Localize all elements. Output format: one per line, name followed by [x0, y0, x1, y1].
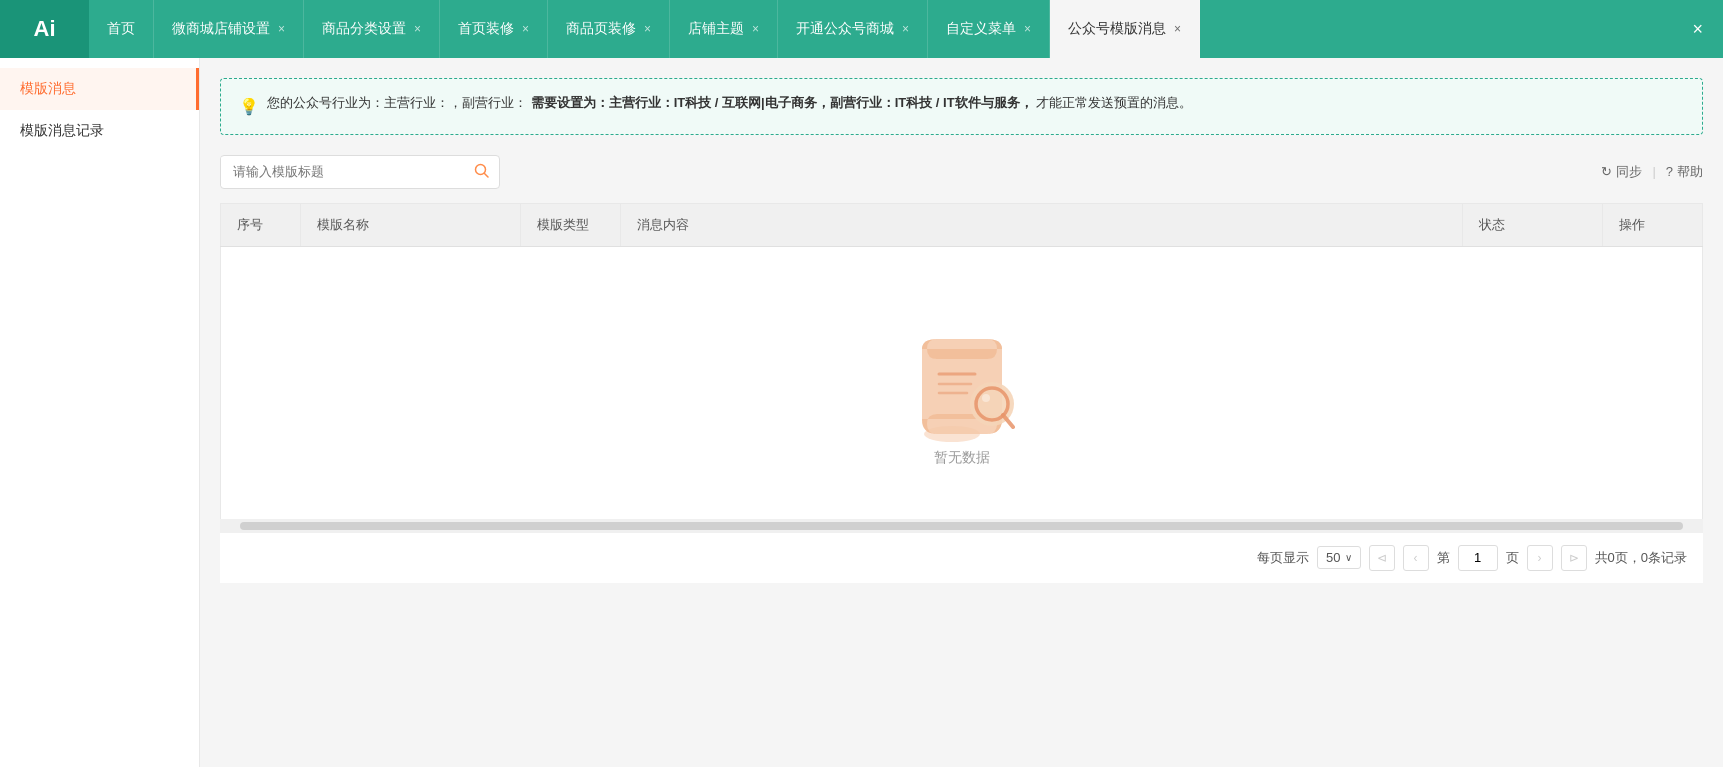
- col-content: 消息内容: [621, 203, 1463, 246]
- nav-tab-wechat-store[interactable]: 微商城店铺设置×: [154, 0, 304, 58]
- nav-tab-template-msg[interactable]: 公众号模版消息×: [1050, 0, 1200, 58]
- nav-tab-open-mall[interactable]: 开通公众号商城×: [778, 0, 928, 58]
- sidebar-item-template-message[interactable]: 模版消息: [0, 68, 199, 110]
- prev-page-button[interactable]: ‹: [1403, 545, 1429, 571]
- divider: |: [1652, 164, 1655, 179]
- top-nav: Ai 首页微商城店铺设置×商品分类设置×首页装修×商品页装修×店铺主题×开通公众…: [0, 0, 1723, 58]
- tab-close-icon[interactable]: ×: [644, 22, 651, 36]
- notice-icon: 💡: [239, 94, 259, 120]
- content-area: 💡 您的公众号行业为：主营行业：，副营行业： 需要设置为：主营行业：IT科技 /…: [200, 58, 1723, 767]
- help-icon: ?: [1666, 164, 1673, 179]
- notice-box: 💡 您的公众号行业为：主营行业：，副营行业： 需要设置为：主营行业：IT科技 /…: [220, 78, 1703, 135]
- logo: Ai: [0, 0, 89, 58]
- nav-tabs: 首页微商城店铺设置×商品分类设置×首页装修×商品页装修×店铺主题×开通公众号商城…: [89, 0, 1672, 58]
- search-input[interactable]: [221, 157, 464, 186]
- help-button[interactable]: ? 帮助: [1666, 163, 1703, 181]
- global-close-button[interactable]: ×: [1672, 0, 1723, 58]
- main-layout: 模版消息 模版消息记录 💡 您的公众号行业为：主营行业：，副营行业： 需要设置为…: [0, 58, 1723, 767]
- notice-text: 您的公众号行业为：主营行业：，副营行业： 需要设置为：主营行业：IT科技 / 互…: [267, 93, 1684, 114]
- tab-close-icon[interactable]: ×: [522, 22, 529, 36]
- tab-close-icon[interactable]: ×: [1024, 22, 1031, 36]
- col-type: 模版类型: [521, 203, 621, 246]
- empty-state: 暂无数据: [237, 259, 1686, 507]
- page-word: 第: [1437, 549, 1450, 567]
- sidebar: 模版消息 模版消息记录: [0, 58, 200, 767]
- svg-point-9: [982, 394, 990, 402]
- nav-tab-home-decor[interactable]: 首页装修×: [440, 0, 548, 58]
- last-page-button[interactable]: ⊳: [1561, 545, 1587, 571]
- tab-close-icon[interactable]: ×: [1174, 22, 1181, 36]
- search-button[interactable]: [464, 156, 499, 188]
- empty-text: 暂无数据: [934, 449, 990, 467]
- nav-tab-product-decor[interactable]: 商品页装修×: [548, 0, 670, 58]
- empty-illustration: [897, 319, 1027, 449]
- svg-line-1: [485, 173, 489, 177]
- tab-close-icon[interactable]: ×: [902, 22, 909, 36]
- pagination: 每页显示 50 ∨ ⊲ ‹ 第 页 › ⊳ 共0页，0条记录: [220, 532, 1703, 583]
- page-input[interactable]: [1458, 545, 1498, 571]
- page-size-label: 每页显示: [1257, 549, 1309, 567]
- page-label: 页: [1506, 549, 1519, 567]
- tab-close-icon[interactable]: ×: [278, 22, 285, 36]
- nav-tab-theme[interactable]: 店铺主题×: [670, 0, 778, 58]
- first-page-button[interactable]: ⊲: [1369, 545, 1395, 571]
- nav-tab-custom-menu[interactable]: 自定义菜单×: [928, 0, 1050, 58]
- col-name: 模版名称: [301, 203, 521, 246]
- nav-tab-home[interactable]: 首页: [89, 0, 154, 58]
- scrollbar-track: [240, 522, 1683, 530]
- search-bar: ↻ 同步 | ? 帮助: [220, 155, 1703, 189]
- tab-close-icon[interactable]: ×: [414, 22, 421, 36]
- nav-tab-category[interactable]: 商品分类设置×: [304, 0, 440, 58]
- col-action: 操作: [1603, 203, 1703, 246]
- total-label: 共0页，0条记录: [1595, 549, 1687, 567]
- sync-button[interactable]: ↻ 同步: [1601, 163, 1642, 181]
- table-header-row: 序号 模版名称 模版类型 消息内容 状态 操作: [221, 203, 1703, 246]
- sync-icon: ↻: [1601, 164, 1612, 179]
- toolbar-right: ↻ 同步 | ? 帮助: [1601, 163, 1703, 181]
- col-status: 状态: [1463, 203, 1603, 246]
- data-table: 序号 模版名称 模版类型 消息内容 状态 操作: [220, 203, 1703, 520]
- chevron-down-icon: ∨: [1345, 552, 1352, 563]
- tab-close-icon[interactable]: ×: [752, 22, 759, 36]
- search-input-wrap: [220, 155, 500, 189]
- sidebar-item-template-message-log[interactable]: 模版消息记录: [0, 110, 199, 152]
- page-size-select[interactable]: 50 ∨: [1317, 546, 1360, 569]
- scrollbar-area[interactable]: [220, 520, 1703, 532]
- col-index: 序号: [221, 203, 301, 246]
- empty-state-cell: 暂无数据: [221, 246, 1703, 519]
- next-page-button[interactable]: ›: [1527, 545, 1553, 571]
